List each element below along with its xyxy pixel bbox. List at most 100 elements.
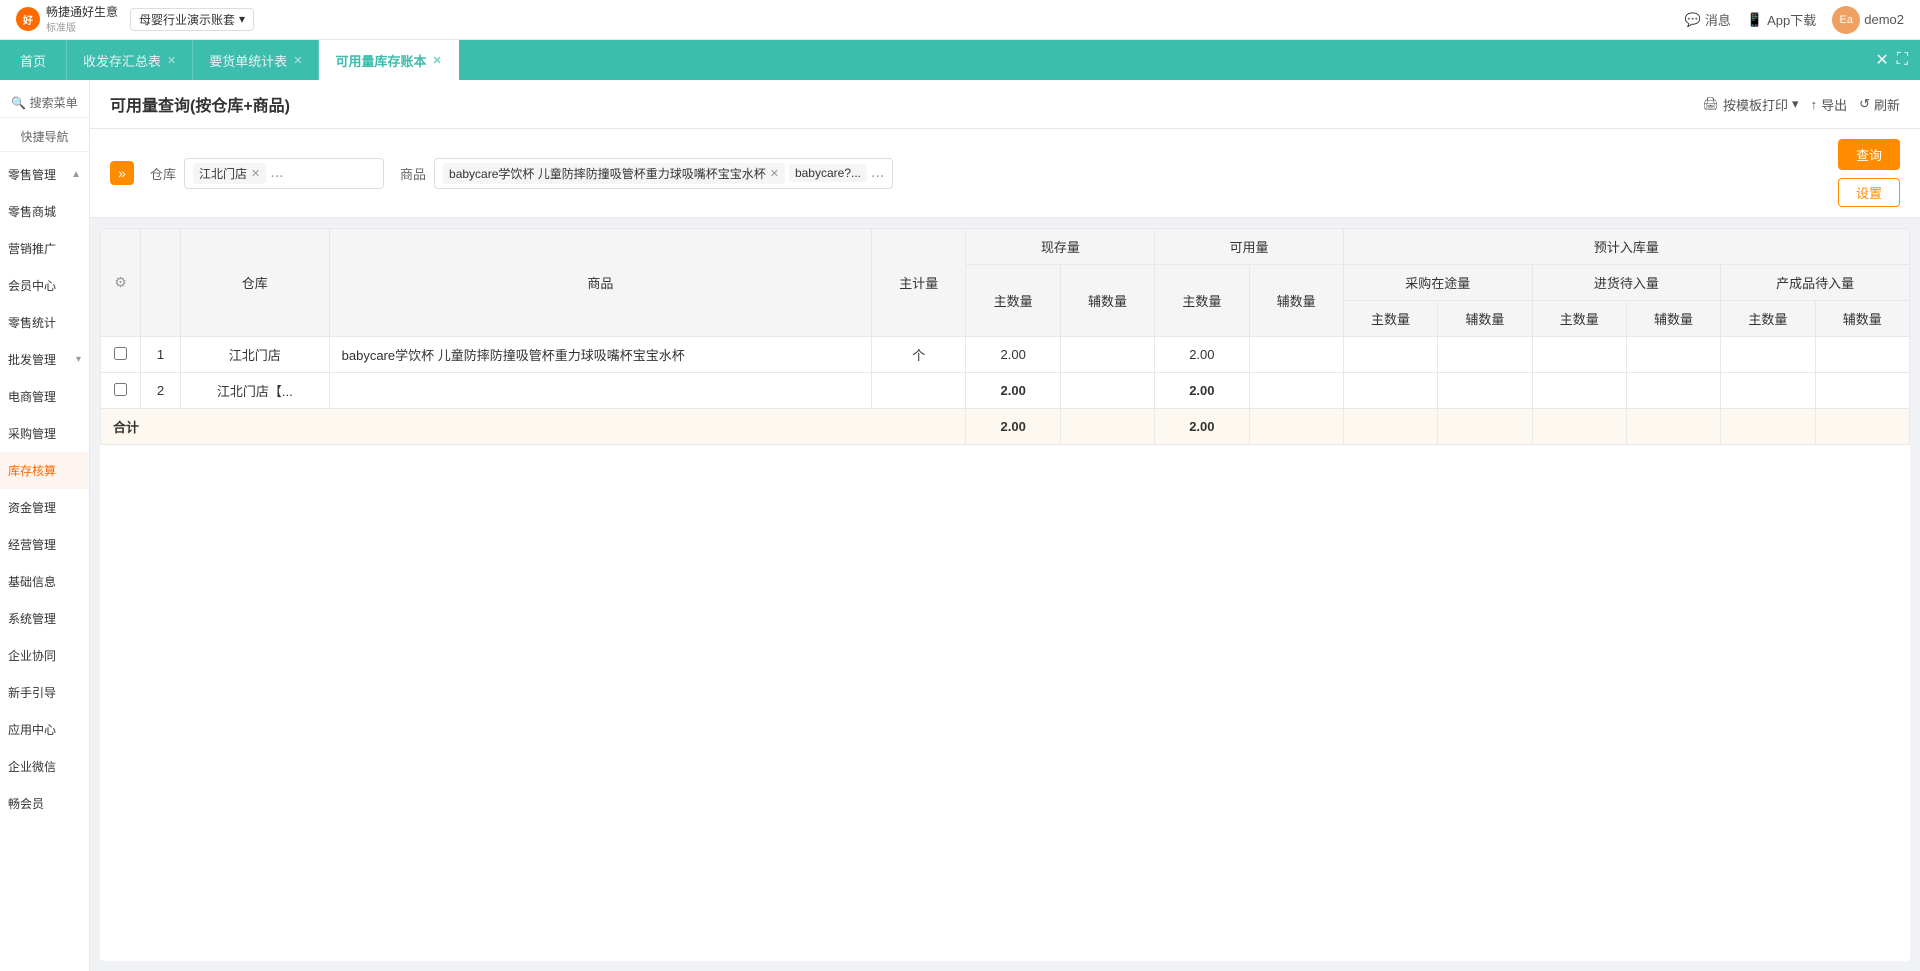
sidebar-item-appcenter[interactable]: 应用中心 bbox=[0, 711, 89, 748]
logo-icon: 好 bbox=[16, 7, 40, 31]
tab-available[interactable]: 可用量库存账本 ✕ bbox=[319, 40, 458, 80]
page-actions: 🖨 按模板打印 ▾ ↑ 导出 ↺ 刷新 bbox=[1703, 95, 1901, 114]
warehouse-value: 江北门店 bbox=[199, 165, 247, 182]
chevron-down-icon: ▾ bbox=[239, 12, 245, 26]
col-planned-in: 预计入库量 bbox=[1343, 229, 1909, 265]
col-available: 可用量 bbox=[1155, 229, 1344, 265]
cell-production-main bbox=[1721, 373, 1815, 409]
cell-current-main: 2.00 bbox=[966, 337, 1060, 373]
row-checkbox[interactable] bbox=[114, 383, 127, 396]
sidebar-item-inventory[interactable]: 库存核算 bbox=[0, 452, 89, 489]
tab-fullscreen-icon[interactable]: ⛶ bbox=[1897, 51, 1908, 69]
tab-available-label: 可用量库存账本 bbox=[335, 51, 426, 70]
cell-num: 2 bbox=[141, 373, 181, 409]
cell-incoming-main bbox=[1532, 337, 1626, 373]
industry-selector[interactable]: 母婴行业演示账套 ▾ bbox=[130, 8, 254, 31]
cell-available-main: 2.00 bbox=[1155, 373, 1249, 409]
product-tag1: babycare学饮杯 儿童防摔防撞吸管杯重力球吸嘴杯宝宝水杯 ✕ bbox=[443, 163, 785, 184]
col-current-aux: 辅数量 bbox=[1060, 265, 1154, 337]
cell-checkbox[interactable] bbox=[101, 373, 141, 409]
cell-incoming-main bbox=[1532, 373, 1626, 409]
product-value1: babycare学饮杯 儿童防摔防撞吸管杯重力球吸嘴杯宝宝水杯 bbox=[449, 165, 766, 182]
print-icon: 🖨 bbox=[1703, 96, 1720, 112]
top-bar: 好 畅捷通好生意 标准版 母婴行业演示账套 ▾ 💬 消息 📱 App下载 Ea … bbox=[0, 0, 1920, 40]
cell-unit bbox=[872, 373, 966, 409]
sidebar-item-member[interactable]: 会员中心 bbox=[0, 267, 89, 304]
row-checkbox[interactable] bbox=[114, 347, 127, 360]
sidebar-item-corpwechat[interactable]: 企业微信 bbox=[0, 748, 89, 785]
logo-text: 畅捷通好生意 bbox=[46, 5, 118, 19]
user-section[interactable]: Ea demo2 bbox=[1832, 6, 1904, 34]
cell-warehouse: 江北门店【... bbox=[181, 373, 330, 409]
col-purchase-aux: 辅数量 bbox=[1438, 301, 1532, 337]
sidebar-search[interactable]: 🔍 搜索菜单 bbox=[0, 88, 89, 118]
cell-current-aux bbox=[1060, 373, 1154, 409]
search-icon: 🔍 bbox=[11, 96, 26, 110]
sidebar-item-marketing[interactable]: 营销推广 bbox=[0, 230, 89, 267]
tab-close-all-icon[interactable]: ✕ bbox=[1875, 50, 1888, 70]
sidebar-item-member2[interactable]: 畅会员 bbox=[0, 785, 89, 822]
top-bar-left: 好 畅捷通好生意 标准版 母婴行业演示账套 ▾ bbox=[16, 5, 254, 34]
gear-icon[interactable]: ⚙ bbox=[114, 274, 127, 290]
sidebar-item-retailstats[interactable]: 零售统计 bbox=[0, 304, 89, 341]
cell-production-aux bbox=[1815, 373, 1909, 409]
top-bar-right: 💬 消息 📱 App下载 Ea demo2 bbox=[1685, 6, 1904, 34]
total-current-main: 2.00 bbox=[966, 409, 1060, 445]
total-available-main: 2.00 bbox=[1155, 409, 1249, 445]
product-remove1[interactable]: ✕ bbox=[770, 167, 779, 180]
sidebar-item-basic[interactable]: 基础信息 bbox=[0, 563, 89, 600]
refresh-label: 刷新 bbox=[1874, 95, 1900, 114]
col-incoming-aux: 辅数量 bbox=[1626, 301, 1720, 337]
cell-unit: 个 bbox=[872, 337, 966, 373]
query-btn[interactable]: 查询 bbox=[1838, 139, 1900, 170]
cell-checkbox[interactable] bbox=[101, 337, 141, 373]
sidebar-item-retail[interactable]: 零售管理 ▲ bbox=[0, 156, 89, 193]
tab-available-close[interactable]: ✕ bbox=[433, 54, 442, 67]
tab-receipt[interactable]: 收发存汇总表 ✕ bbox=[67, 40, 193, 80]
cell-num: 1 bbox=[141, 337, 181, 373]
product-input[interactable]: babycare学饮杯 儿童防摔防撞吸管杯重力球吸嘴杯宝宝水杯 ✕ babyca… bbox=[434, 158, 893, 189]
col-incoming: 进货待入量 bbox=[1532, 265, 1721, 301]
sidebar-item-system[interactable]: 系统管理 bbox=[0, 600, 89, 637]
setting-btn[interactable]: 设置 bbox=[1838, 178, 1900, 207]
product-tag2: babycare?... bbox=[789, 164, 867, 182]
export-label: 导出 bbox=[1821, 95, 1847, 114]
tab-receipt-close[interactable]: ✕ bbox=[167, 54, 176, 67]
print-btn[interactable]: 🖨 按模板打印 ▾ bbox=[1703, 95, 1799, 114]
table-row: 1 江北门店 babycare学饮杯 儿童防摔防撞吸管杯重力球吸嘴杯宝宝水杯 个… bbox=[101, 337, 1910, 373]
cell-product: babycare学饮杯 儿童防摔防撞吸管杯重力球吸嘴杯宝宝水杯 bbox=[329, 337, 872, 373]
tab-bar: 首页 收发存汇总表 ✕ 要货单统计表 ✕ 可用量库存账本 ✕ ✕ ⛶ bbox=[0, 40, 1920, 80]
export-btn[interactable]: ↑ 导出 bbox=[1811, 95, 1848, 114]
sidebar-item-newguide[interactable]: 新手引导 bbox=[0, 674, 89, 711]
sidebar-item-finance[interactable]: 资金管理 bbox=[0, 489, 89, 526]
sidebar-item-wholesale[interactable]: 批发管理 ▾ bbox=[0, 341, 89, 378]
warehouse-label: 仓库 bbox=[150, 164, 176, 183]
cell-purchase-main bbox=[1343, 337, 1437, 373]
filter-warehouse-group: 仓库 江北门店 ✕ ... bbox=[150, 158, 384, 189]
col-production-aux: 辅数量 bbox=[1815, 301, 1909, 337]
tab-order[interactable]: 要货单统计表 ✕ bbox=[193, 40, 319, 80]
sidebar-quicknav[interactable]: 快捷导航 bbox=[0, 122, 89, 152]
sidebar-item-ecommerce[interactable]: 电商管理 bbox=[0, 378, 89, 415]
industry-label: 母婴行业演示账套 bbox=[139, 11, 235, 28]
sidebar-item-operations[interactable]: 经营管理 bbox=[0, 526, 89, 563]
message-btn[interactable]: 💬 消息 bbox=[1685, 10, 1731, 29]
sidebar-item-retailmall[interactable]: 零售商城 bbox=[0, 193, 89, 230]
product-dots[interactable]: ... bbox=[871, 164, 884, 182]
warehouse-dots[interactable]: ... bbox=[270, 164, 283, 182]
logo: 好 畅捷通好生意 标准版 bbox=[16, 5, 118, 34]
col-num bbox=[141, 229, 181, 337]
refresh-btn[interactable]: ↺ 刷新 bbox=[1859, 95, 1900, 114]
warehouse-input[interactable]: 江北门店 ✕ ... bbox=[184, 158, 384, 189]
logo-text-block: 畅捷通好生意 标准版 bbox=[46, 5, 118, 34]
warehouse-remove[interactable]: ✕ bbox=[251, 167, 260, 180]
data-table: ⚙ 仓库 商品 主计量 现存量 可用量 预计入库量 主数量 辅数量 主数量 bbox=[100, 228, 1910, 445]
tab-home[interactable]: 首页 bbox=[0, 40, 67, 80]
product-label: 商品 bbox=[400, 164, 426, 183]
tab-order-close[interactable]: ✕ bbox=[293, 54, 302, 67]
filter-expand-btn[interactable]: » bbox=[110, 161, 134, 185]
download-btn[interactable]: 📱 App下载 bbox=[1747, 10, 1816, 29]
sidebar-item-purchase[interactable]: 采购管理 bbox=[0, 415, 89, 452]
col-current-stock: 现存量 bbox=[966, 229, 1155, 265]
sidebar-item-enterprise[interactable]: 企业协同 bbox=[0, 637, 89, 674]
